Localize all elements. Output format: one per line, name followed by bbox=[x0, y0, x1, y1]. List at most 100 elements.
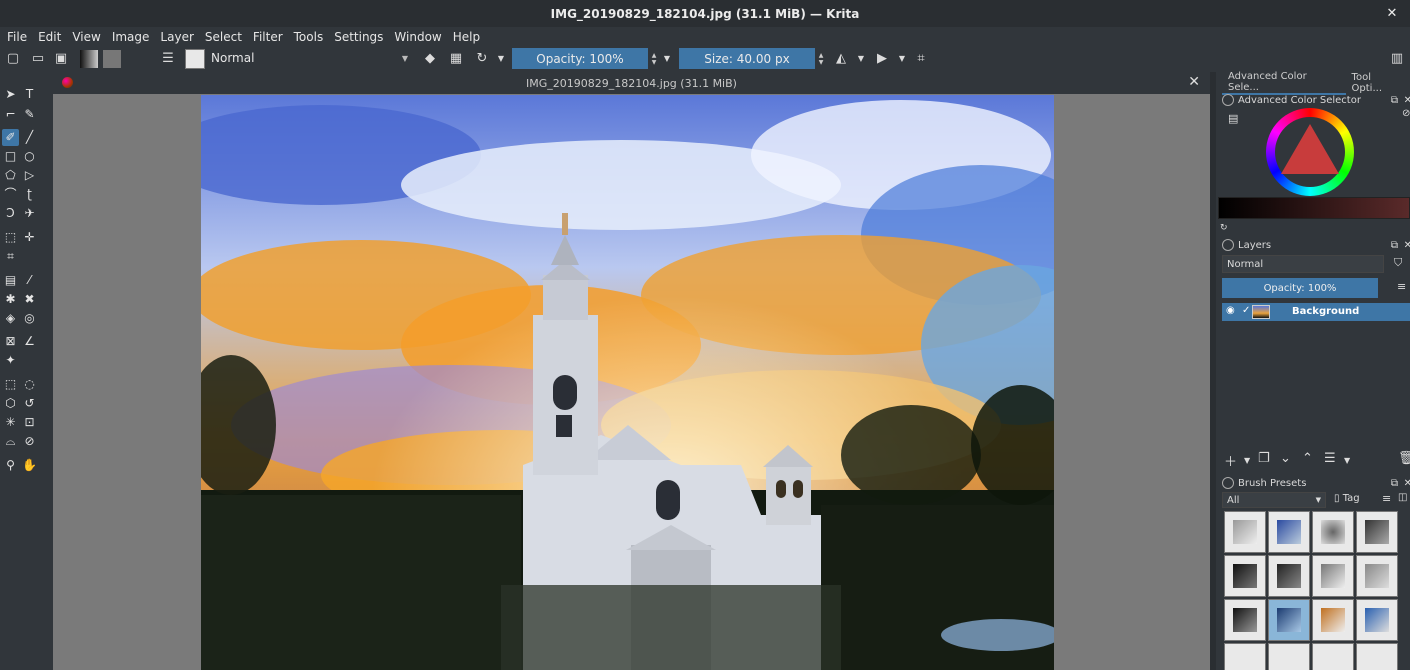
preset-smudge[interactable] bbox=[1356, 555, 1398, 597]
brush-settings-icon[interactable]: ☰ bbox=[160, 50, 176, 68]
freehand-path-icon[interactable]: ʈ bbox=[21, 186, 38, 203]
layer-row-background[interactable]: ◉ ✓ Background bbox=[1222, 303, 1410, 321]
layer-blend-mode-dropdown[interactable]: Normal bbox=[1222, 255, 1384, 273]
polygon-select-icon[interactable]: ⬡ bbox=[2, 395, 19, 412]
blend-mode-dropdown[interactable]: Normal ▼ bbox=[208, 49, 412, 68]
preset-row4-d[interactable] bbox=[1356, 643, 1398, 670]
ellipse-tool-icon[interactable]: ○ bbox=[21, 148, 38, 165]
assistant-tool-icon[interactable]: ⊠ bbox=[2, 333, 19, 350]
mirror-v-dropdown-icon[interactable]: ▼ bbox=[897, 50, 907, 68]
close-brush-presets-icon[interactable]: ✕ bbox=[1404, 478, 1410, 489]
size-spin[interactable]: ▲ ▼ bbox=[816, 48, 826, 69]
mirror-vertical-icon[interactable]: ▶ bbox=[873, 50, 891, 68]
rectangle-tool-icon[interactable]: □ bbox=[2, 148, 19, 165]
gradient-swatch[interactable] bbox=[80, 50, 98, 68]
layer-check-icon[interactable]: ✓ bbox=[1242, 305, 1250, 316]
colorize-mask-icon[interactable]: ✱ bbox=[2, 291, 19, 308]
float-layers-icon[interactable]: ⧉ bbox=[1391, 240, 1398, 251]
preset-fineliner[interactable] bbox=[1224, 599, 1266, 641]
dynamic-brush-icon[interactable]: Ↄ bbox=[2, 205, 19, 222]
preset-pencil-orange[interactable] bbox=[1312, 599, 1354, 641]
preset-eraser[interactable] bbox=[1224, 511, 1266, 553]
duplicate-layer-icon[interactable]: ❐ bbox=[1258, 451, 1270, 466]
contiguous-select-icon[interactable]: ✳ bbox=[2, 414, 19, 431]
menu-view[interactable]: View bbox=[72, 30, 100, 44]
edit-shapes-icon[interactable]: ⌐ bbox=[2, 106, 19, 123]
reference-images-icon[interactable]: ✦ bbox=[2, 352, 19, 369]
move-layer-up-icon[interactable]: ⌃ bbox=[1302, 451, 1313, 466]
menu-edit[interactable]: Edit bbox=[38, 30, 61, 44]
document-canvas[interactable] bbox=[201, 95, 1054, 670]
mirror-h-dropdown-icon[interactable]: ▼ bbox=[856, 50, 866, 68]
float-docker-icon[interactable]: ⧉ bbox=[1391, 95, 1398, 106]
preset-view-icon[interactable]: ≡ bbox=[1382, 492, 1391, 505]
preset-settings-icon[interactable]: ◫ bbox=[1398, 492, 1407, 503]
eraser-icon[interactable]: ◆ bbox=[422, 50, 438, 68]
size-slider[interactable]: Size: 40.00 px bbox=[679, 48, 815, 69]
reload-preset-icon[interactable]: ↻ bbox=[474, 50, 490, 68]
transform-tool-icon[interactable]: ⬚ bbox=[2, 229, 19, 246]
document-tab[interactable]: IMG_20190829_182104.jpg (31.1 MiB) ✕ bbox=[53, 72, 1210, 94]
ellipse-select-icon[interactable]: ◌ bbox=[21, 376, 38, 393]
preset-marker-black[interactable] bbox=[1224, 555, 1266, 597]
polygon-tool-icon[interactable]: ⬠ bbox=[2, 167, 19, 184]
smart-patch-icon[interactable]: ✖ bbox=[21, 291, 38, 308]
close-window-icon[interactable]: ✕ bbox=[1384, 5, 1400, 21]
hue-ring[interactable] bbox=[1266, 108, 1354, 196]
add-layer-dropdown-icon[interactable]: ▼ bbox=[1244, 456, 1250, 465]
opacity-spin[interactable]: ▲ ▼ bbox=[649, 48, 659, 69]
alpha-lock-icon[interactable]: ▦ bbox=[448, 50, 464, 68]
enclose-fill-icon[interactable]: ◎ bbox=[21, 310, 38, 327]
wrap-around-icon[interactable]: ⌗ bbox=[912, 50, 930, 68]
layer-menu-icon[interactable]: ≡ bbox=[1397, 280, 1406, 293]
menu-filter[interactable]: Filter bbox=[253, 30, 283, 44]
preset-pencil-blue[interactable] bbox=[1268, 511, 1310, 553]
brush-preset-thumbnail[interactable] bbox=[185, 49, 205, 69]
add-layer-icon[interactable]: ＋ bbox=[1224, 451, 1237, 470]
menu-file[interactable]: File bbox=[7, 30, 27, 44]
color-settings-icon[interactable]: ▤ bbox=[1228, 112, 1238, 125]
preset-pencil-blue-2[interactable] bbox=[1356, 599, 1398, 641]
tag-button[interactable]: ▯ Tag bbox=[1334, 493, 1360, 504]
preset-filter-dropdown[interactable]: All ▼ bbox=[1222, 492, 1326, 508]
float-brush-presets-icon[interactable]: ⧉ bbox=[1391, 478, 1398, 489]
color-picker-icon[interactable]: ⁄ bbox=[21, 272, 38, 289]
polyline-tool-icon[interactable]: ▷ bbox=[21, 167, 38, 184]
multibrush-icon[interactable]: ✈ bbox=[21, 205, 38, 222]
shade-selector-bar[interactable] bbox=[1218, 197, 1410, 219]
magnetic-select-icon[interactable]: ⊘ bbox=[21, 433, 38, 450]
freehand-select-icon[interactable]: ↺ bbox=[21, 395, 38, 412]
preset-row4-a[interactable] bbox=[1224, 643, 1266, 670]
refresh-shades-icon[interactable]: ↻ bbox=[1220, 223, 1228, 233]
line-tool-icon[interactable]: ╱ bbox=[21, 129, 38, 146]
rect-select-icon[interactable]: ⬚ bbox=[2, 376, 19, 393]
reload-dropdown-icon[interactable]: ▼ bbox=[496, 50, 506, 68]
close-layers-icon[interactable]: ✕ bbox=[1404, 240, 1410, 251]
preset-row4-c[interactable] bbox=[1312, 643, 1354, 670]
text-tool-icon[interactable]: T bbox=[21, 86, 38, 103]
move-tool-icon[interactable]: ✛ bbox=[21, 229, 38, 246]
preset-ink-pen[interactable] bbox=[1356, 511, 1398, 553]
freehand-brush-icon[interactable]: ✐ bbox=[2, 129, 19, 146]
preset-airbrush[interactable] bbox=[1312, 511, 1354, 553]
select-shapes-icon[interactable]: ➤ bbox=[2, 86, 19, 103]
menu-window[interactable]: Window bbox=[394, 30, 441, 44]
menu-select[interactable]: Select bbox=[205, 30, 242, 44]
menu-image[interactable]: Image bbox=[112, 30, 150, 44]
opacity-slider[interactable]: Opacity: 100% bbox=[512, 48, 648, 69]
gradient-tool-icon[interactable]: ▤ bbox=[2, 272, 19, 289]
pattern-swatch[interactable] bbox=[103, 50, 121, 68]
new-document-icon[interactable]: ▢ bbox=[6, 50, 20, 68]
move-layer-down-icon[interactable]: ⌄ bbox=[1280, 451, 1291, 466]
opacity-dropdown-icon[interactable]: ▼ bbox=[662, 50, 672, 68]
zoom-tool-icon[interactable]: ⚲ bbox=[2, 457, 19, 474]
preset-basic-brush[interactable] bbox=[1268, 599, 1310, 641]
menu-help[interactable]: Help bbox=[453, 30, 480, 44]
layer-opacity-slider[interactable]: Opacity: 100% bbox=[1222, 278, 1378, 298]
mirror-horizontal-icon[interactable]: ◭ bbox=[832, 50, 850, 68]
preset-marker-dark[interactable] bbox=[1268, 555, 1310, 597]
bezier-tool-icon[interactable]: ⌒ bbox=[2, 186, 19, 203]
similar-select-icon[interactable]: ⊡ bbox=[21, 414, 38, 431]
measure-tool-icon[interactable]: ∠ bbox=[21, 333, 38, 350]
fill-tool-icon[interactable]: ◈ bbox=[2, 310, 19, 327]
